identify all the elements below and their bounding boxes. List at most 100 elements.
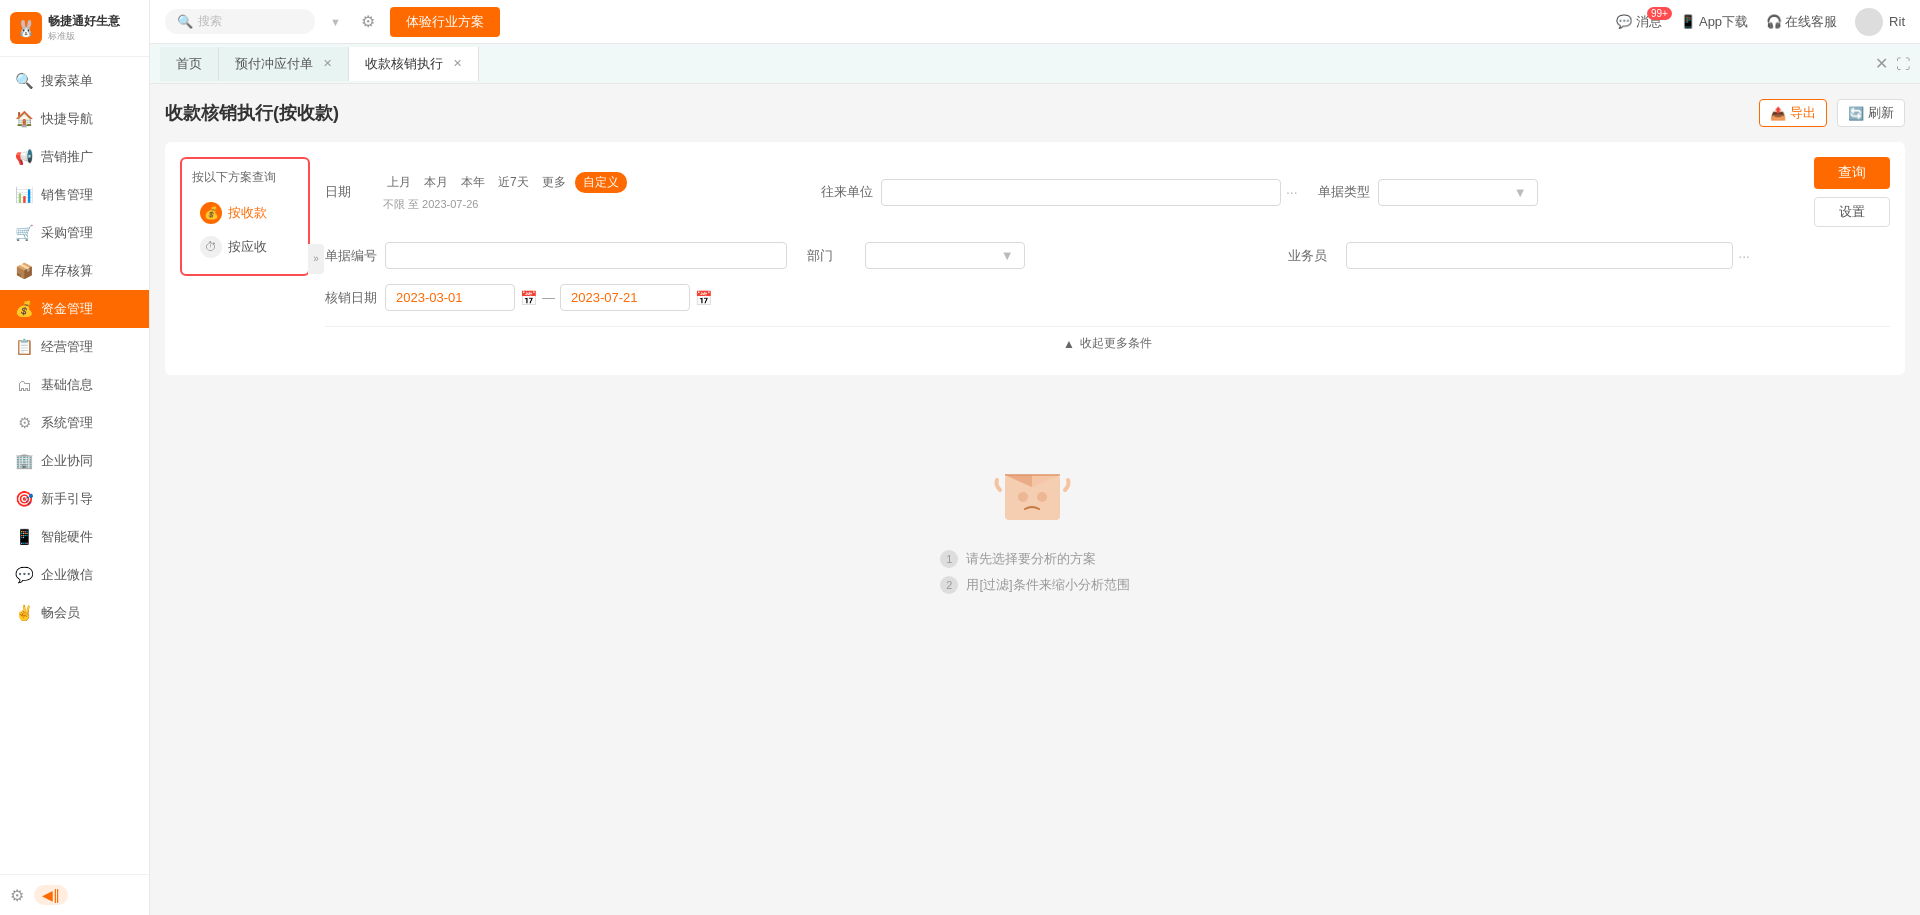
page-actions: 📤 导出 🔄 刷新 bbox=[1759, 99, 1905, 127]
user-area[interactable]: Rit bbox=[1855, 8, 1905, 36]
sidebar-item-sales[interactable]: 📊 销售管理 bbox=[0, 176, 149, 214]
partner-input[interactable] bbox=[881, 179, 1281, 206]
dept-select[interactable]: ▼ bbox=[865, 242, 1025, 269]
date-this-year[interactable]: 本年 bbox=[457, 172, 489, 193]
collapse-sidebar-icon[interactable]: ◀‖ bbox=[34, 885, 68, 905]
salesperson-input[interactable] bbox=[1346, 242, 1733, 269]
enterprise-icon: 🏢 bbox=[15, 452, 33, 470]
cal-end-icon[interactable]: 📅 bbox=[695, 290, 712, 306]
industry-solution-button[interactable]: 体验行业方案 bbox=[390, 7, 500, 37]
home-icon: 🏠 bbox=[15, 110, 33, 128]
message-badge[interactable]: 💬 消息 99+ bbox=[1616, 13, 1662, 31]
tab-close-receipt[interactable]: ✕ bbox=[453, 57, 462, 70]
sidebar-menu: 🔍 搜索菜单 🏠 快捷导航 📢 营销推广 📊 销售管理 🛒 采购管理 📦 库存核… bbox=[0, 57, 149, 874]
sidebar-item-search[interactable]: 🔍 搜索菜单 bbox=[0, 62, 149, 100]
refresh-icon: 🔄 bbox=[1848, 106, 1864, 121]
tip-num-2: 2 bbox=[940, 576, 958, 594]
tabbar: 首页 预付冲应付单 ✕ 收款核销执行 ✕ ✕ ⛶ bbox=[150, 44, 1920, 84]
sidebar: 🐰 畅捷通好生意 标准版 🔍 搜索菜单 🏠 快捷导航 📢 营销推广 📊 销售管理… bbox=[0, 0, 150, 915]
sidebar-item-marketing[interactable]: 📢 营销推广 bbox=[0, 138, 149, 176]
filter-by-receipt[interactable]: 💰 按收款 bbox=[192, 196, 298, 230]
collapse-more-button[interactable]: ▲ 收起更多条件 bbox=[325, 326, 1890, 360]
date-shortcuts: 上月 本月 本年 近7天 更多 自定义 bbox=[383, 172, 627, 193]
sales-icon: 📊 bbox=[15, 186, 33, 204]
sidebar-item-enterprise[interactable]: 🏢 企业协同 bbox=[0, 442, 149, 480]
filter-settings-button[interactable]: 设置 bbox=[1814, 197, 1890, 227]
filter-date-field: 日期 上月 本月 本年 近7天 更多 自定义 不限 至 2023-07-26 bbox=[325, 172, 801, 212]
sidebar-item-basic[interactable]: 🗂 基础信息 bbox=[0, 366, 149, 404]
tabbar-expand-icon[interactable]: ⛶ bbox=[1896, 56, 1910, 72]
export-button[interactable]: 📤 导出 bbox=[1759, 99, 1827, 127]
sidebar-bottom: ⚙ ◀‖ bbox=[0, 874, 149, 915]
verify-date-start-input[interactable] bbox=[385, 284, 515, 311]
date-last-month[interactable]: 上月 bbox=[383, 172, 415, 193]
doc-no-input[interactable] bbox=[385, 242, 787, 269]
date-7days[interactable]: 近7天 bbox=[494, 172, 533, 193]
empty-icon bbox=[985, 435, 1085, 535]
sidebar-item-purchase[interactable]: 🛒 采购管理 bbox=[0, 214, 149, 252]
marketing-icon: 📢 bbox=[15, 148, 33, 166]
filter-verify-date-field: 核销日期 📅 — 📅 bbox=[325, 284, 1890, 311]
filter-partner-field: 往来单位 ··· bbox=[821, 179, 1297, 206]
sidebar-item-wechat[interactable]: 💬 企业微信 bbox=[0, 556, 149, 594]
sidebar-item-member[interactable]: ✌ 畅会员 bbox=[0, 594, 149, 632]
member-icon: ✌ bbox=[15, 604, 33, 622]
tabbar-actions: ✕ ⛶ bbox=[1875, 54, 1910, 73]
filter-collapse-button[interactable]: » bbox=[308, 244, 324, 274]
empty-tip-2: 2 用[过滤]条件来缩小分析范围 bbox=[940, 576, 1129, 594]
filter-row-2: 单据编号 部门 ▼ 业务员 ··· bbox=[325, 242, 1890, 269]
avatar bbox=[1855, 8, 1883, 36]
salesperson-more-icon[interactable]: ··· bbox=[1738, 248, 1750, 264]
page-header: 收款核销执行(按收款) 📤 导出 🔄 刷新 bbox=[165, 99, 1905, 127]
receivable-icon: ⏱ bbox=[200, 236, 222, 258]
chevron-up-icon: ▲ bbox=[1063, 337, 1075, 351]
sidebar-item-operation[interactable]: 📋 经营管理 bbox=[0, 328, 149, 366]
guide-icon: 🎯 bbox=[15, 490, 33, 508]
search-icon-topbar: 🔍 bbox=[177, 14, 193, 29]
svg-point-3 bbox=[1037, 492, 1047, 502]
filter-sidebar: 按以下方案查询 💰 按收款 ⏱ 按应收 bbox=[180, 157, 310, 276]
refresh-button[interactable]: 🔄 刷新 bbox=[1837, 99, 1905, 127]
tabbar-close-all-icon[interactable]: ✕ bbox=[1875, 54, 1888, 73]
sidebar-item-system[interactable]: ⚙ 系统管理 bbox=[0, 404, 149, 442]
filter-dept-field: 部门 ▼ bbox=[807, 242, 1269, 269]
gear-icon[interactable]: ⚙ bbox=[361, 12, 375, 31]
search-icon: 🔍 bbox=[15, 72, 33, 90]
sidebar-item-guide[interactable]: 🎯 新手引导 bbox=[0, 480, 149, 518]
sidebar-item-inventory[interactable]: 📦 库存核算 bbox=[0, 252, 149, 290]
page-title: 收款核销执行(按收款) bbox=[165, 101, 339, 125]
chevron-down-icon: ▼ bbox=[1514, 185, 1527, 200]
tab-home[interactable]: 首页 bbox=[160, 47, 219, 81]
date-more[interactable]: 更多 bbox=[538, 172, 570, 193]
app-download-link[interactable]: 📱 App下载 bbox=[1680, 13, 1748, 31]
sidebar-item-shortcut[interactable]: 🏠 快捷导航 bbox=[0, 100, 149, 138]
empty-state: 1 请先选择要分析的方案 2 用[过滤]条件来缩小分析范围 bbox=[165, 375, 1905, 654]
verify-date-range: 📅 — 📅 bbox=[385, 284, 712, 311]
sidebar-item-finance[interactable]: 💰 资金管理 bbox=[0, 290, 149, 328]
export-icon: 📤 bbox=[1770, 106, 1786, 121]
query-button[interactable]: 查询 bbox=[1814, 157, 1890, 189]
content-area: 收款核销执行(按收款) 📤 导出 🔄 刷新 按以下方案查询 💰 bbox=[150, 84, 1920, 915]
cal-start-icon[interactable]: 📅 bbox=[520, 290, 537, 306]
message-icon: 💬 bbox=[1616, 14, 1632, 29]
verify-date-end-input[interactable] bbox=[560, 284, 690, 311]
filter-by-receivable[interactable]: ⏱ 按应收 bbox=[192, 230, 298, 264]
online-service-link[interactable]: 🎧 在线客服 bbox=[1766, 13, 1837, 31]
date-this-month[interactable]: 本月 bbox=[420, 172, 452, 193]
tab-receipt-verify[interactable]: 收款核销执行 ✕ bbox=[349, 47, 479, 81]
date-custom[interactable]: 自定义 bbox=[575, 172, 627, 193]
doc-type-select[interactable]: ▼ bbox=[1378, 179, 1538, 206]
topbar-right: 💬 消息 99+ 📱 App下载 🎧 在线客服 Rit bbox=[1616, 8, 1905, 36]
tab-prepay[interactable]: 预付冲应付单 ✕ bbox=[219, 47, 349, 81]
sidebar-item-hardware[interactable]: 📱 智能硬件 bbox=[0, 518, 149, 556]
wechat-icon: 💬 bbox=[15, 566, 33, 584]
topbar: 🔍 搜索 ▼ ⚙ 体验行业方案 💬 消息 99+ 📱 App下载 🎧 在线客服 … bbox=[150, 0, 1920, 44]
empty-tips: 1 请先选择要分析的方案 2 用[过滤]条件来缩小分析范围 bbox=[940, 550, 1129, 594]
filter-action-col: 查询 设置 bbox=[1814, 157, 1890, 227]
tab-close-prepay[interactable]: ✕ bbox=[323, 57, 332, 70]
logo-icon: 🐰 bbox=[10, 12, 42, 44]
topbar-search[interactable]: 🔍 搜索 bbox=[165, 9, 315, 34]
settings-icon[interactable]: ⚙ bbox=[10, 886, 24, 905]
partner-more-icon[interactable]: ··· bbox=[1286, 184, 1298, 200]
operation-icon: 📋 bbox=[15, 338, 33, 356]
